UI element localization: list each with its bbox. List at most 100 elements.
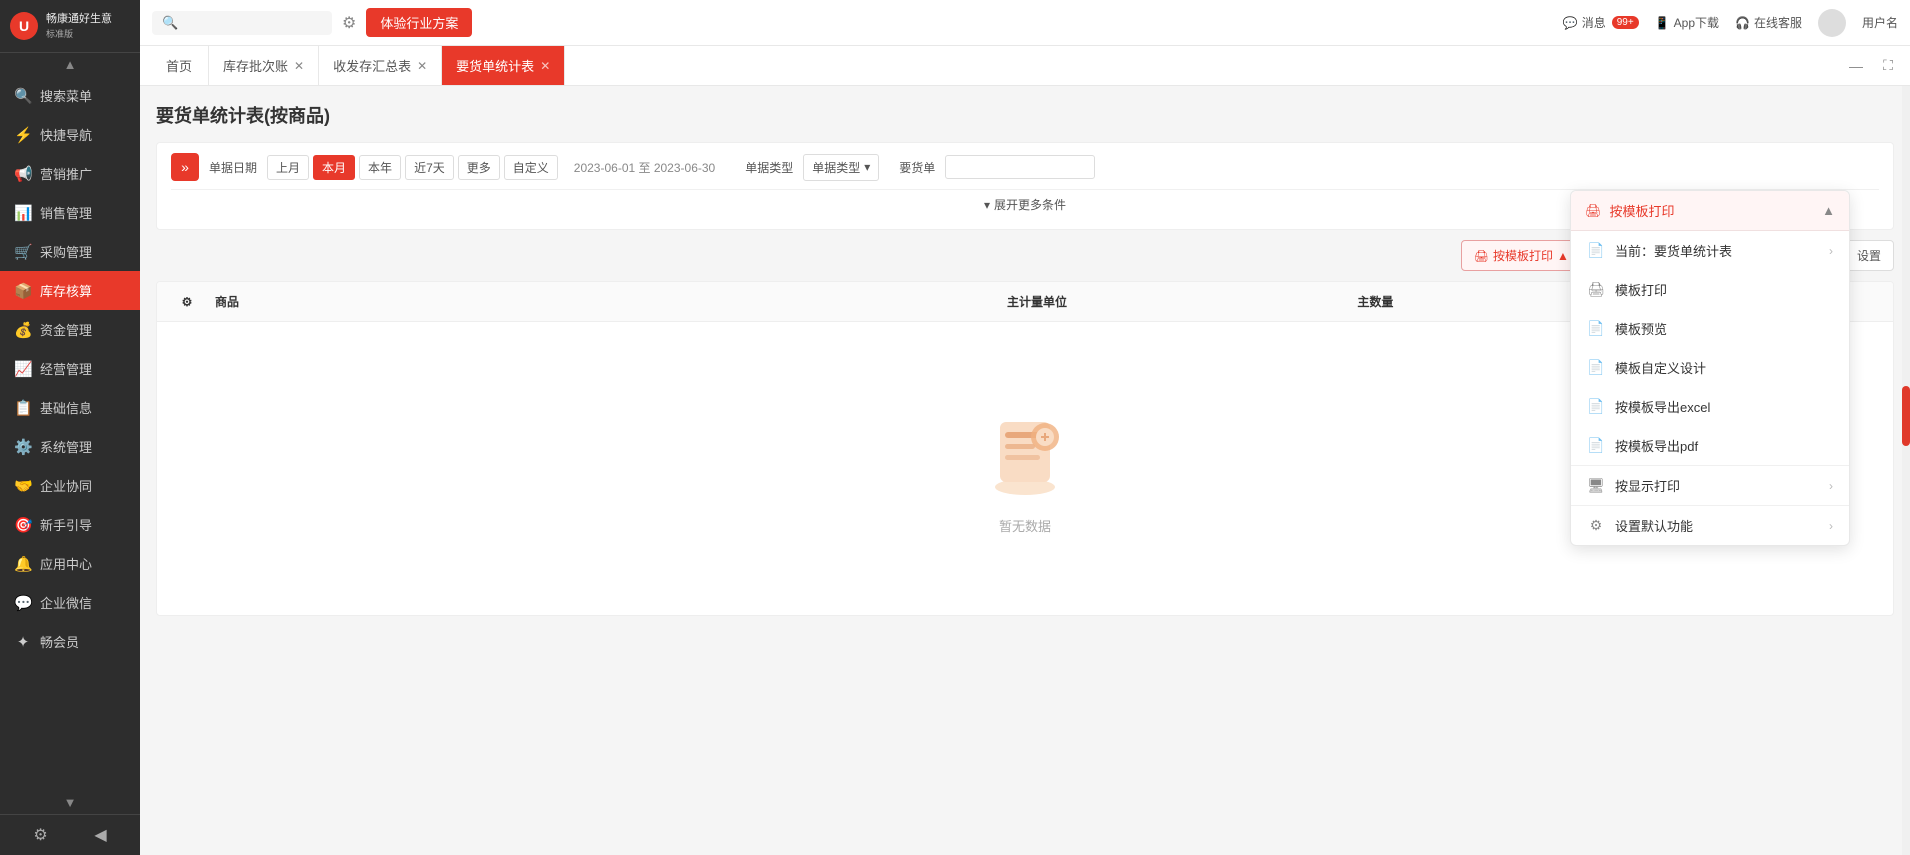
main: 🔍 ⚙ 体验行业方案 💬 消息 99+ 📱 App下载 🎧 在线客服 用户名 首… (140, 0, 1910, 855)
sidebar-item-guide[interactable]: 🎯 新手引导 (0, 505, 140, 544)
scrollbar-thumb[interactable] (1902, 386, 1910, 446)
collapse-icon[interactable]: ◀ (94, 825, 106, 845)
dropdown-title: 按模板打印 (1610, 201, 1675, 220)
message-label: 消息 (1582, 14, 1606, 31)
export-excel-icon: 📄 (1587, 398, 1605, 415)
dropdown-header-left: 🖨 按模板打印 (1585, 201, 1675, 220)
gear-icon[interactable]: ⚙ (342, 13, 356, 33)
date-btn-7days[interactable]: 近7天 (405, 155, 454, 180)
sidebar-item-member[interactable]: ✦ 畅会员 (0, 622, 140, 661)
col-settings[interactable]: ⚙ (167, 295, 207, 309)
print-button[interactable]: 🖨 按模板打印 ▲ (1461, 240, 1582, 271)
sidebar-item-system[interactable]: ⚙️ 系统管理 (0, 427, 140, 466)
sidebar-item-inventory[interactable]: 📦 库存核算 (0, 271, 140, 310)
sidebar-item-finance[interactable]: 💰 资金管理 (0, 310, 140, 349)
dropdown-section-label: 按显示打印 (1615, 476, 1680, 495)
sidebar-item-label: 营销推广 (40, 164, 92, 183)
sidebar-item-marketing[interactable]: 📢 营销推广 (0, 154, 140, 193)
tab-home[interactable]: 首页 (150, 46, 209, 85)
date-filter-label: 单据日期 (209, 159, 257, 176)
filter-expand-icon[interactable]: » (171, 153, 199, 181)
dropdown-export-excel[interactable]: 📄 按模板导出excel (1571, 387, 1849, 426)
sidebar-item-apps[interactable]: 🔔 应用中心 (0, 544, 140, 583)
sidebar-scroll-up[interactable]: ▲ (0, 53, 140, 76)
tab-close-icon[interactable]: ✕ (540, 59, 550, 73)
app-icon: 📱 (1655, 16, 1670, 30)
dropdown-template-preview[interactable]: 📄 模板预览 (1571, 309, 1849, 348)
search-input[interactable] (184, 16, 322, 30)
topbar: 🔍 ⚙ 体验行业方案 💬 消息 99+ 📱 App下载 🎧 在线客服 用户名 (140, 0, 1910, 46)
tab-receipt-summary[interactable]: 收发存汇总表 ✕ (319, 46, 442, 85)
sidebar-item-label: 销售管理 (40, 203, 92, 222)
type-select[interactable]: 单据类型 ▾ (803, 154, 879, 181)
goods-filter-input[interactable] (945, 155, 1095, 179)
sidebar-item-wechat[interactable]: 💬 企业微信 (0, 583, 140, 622)
settings-icon[interactable]: ⚙ (33, 825, 47, 845)
message-badge: 99+ (1612, 16, 1639, 29)
sidebar-item-cooperation[interactable]: 🤝 企业协同 (0, 466, 140, 505)
tab-expand-button[interactable]: ⛶ (1874, 52, 1902, 80)
sidebar-item-basics[interactable]: 📋 基础信息 (0, 388, 140, 427)
sidebar-item-quick-nav[interactable]: ⚡ 快捷导航 (0, 115, 140, 154)
sidebar-item-label: 畅会员 (40, 632, 79, 651)
col-product: 商品 (207, 293, 868, 310)
sidebar: U 畅康通好生意 标准版 ▲ 🔍 搜索菜单 ⚡ 快捷导航 📢 营销推广 📊 销售… (0, 0, 140, 855)
col-unit: 主计量单位 (868, 293, 1206, 310)
tab-inventory-batch[interactable]: 库存批次账 ✕ (209, 46, 319, 85)
sidebar-item-label: 企业微信 (40, 593, 92, 612)
dropdown-set-default[interactable]: ⚙ 设置默认功能 › (1571, 506, 1849, 545)
tab-close-icon[interactable]: ✕ (417, 59, 427, 73)
service-button[interactable]: 🎧 在线客服 (1735, 14, 1802, 31)
dropdown-display-print[interactable]: 🖥 按显示打印 › (1571, 466, 1849, 505)
sidebar-item-label: 采购管理 (40, 242, 92, 261)
tab-close-icon[interactable]: ✕ (294, 59, 304, 73)
page-title: 要货单统计表(按商品) (156, 102, 1894, 128)
logo-text-group: 畅康通好生意 标准版 (46, 12, 112, 39)
dropdown-section-display: 🖥 按显示打印 › (1571, 465, 1849, 505)
sidebar-item-sales[interactable]: 📊 销售管理 (0, 193, 140, 232)
dropdown-template-print[interactable]: 🖨 模板打印 (1571, 270, 1849, 309)
dropdown-current-label: 当前：要货单统计表 (1615, 241, 1732, 260)
username: 用户名 (1862, 14, 1898, 31)
search-icon: 🔍 (14, 87, 32, 105)
date-btn-prev-month[interactable]: 上月 (267, 155, 309, 180)
sidebar-item-label: 库存核算 (40, 281, 92, 300)
printer-icon: 🖨 (1585, 203, 1602, 219)
sidebar-logo: U 畅康通好生意 标准版 (0, 0, 140, 53)
topbar-search-box[interactable]: 🔍 (152, 11, 332, 35)
display-print-icon: 🖥 (1587, 477, 1605, 494)
dropdown-export-pdf[interactable]: 📄 按模板导出pdf (1571, 426, 1849, 465)
empty-svg (975, 402, 1075, 502)
service-icon: 🎧 (1735, 16, 1750, 30)
inventory-icon: 📦 (14, 282, 32, 300)
type-select-label: 单据类型 (812, 159, 860, 176)
date-btn-custom[interactable]: 自定义 (504, 155, 558, 180)
chevron-up-icon[interactable]: ▲ (1822, 203, 1835, 218)
dropdown-section-default: ⚙ 设置默认功能 › (1571, 505, 1849, 545)
logo-icon: U (10, 12, 38, 40)
dropdown-template-design[interactable]: 📄 模板自定义设计 (1571, 348, 1849, 387)
trial-button[interactable]: 体验行业方案 (366, 8, 472, 37)
member-icon: ✦ (14, 633, 32, 651)
sidebar-item-operations[interactable]: 📈 经营管理 (0, 349, 140, 388)
sidebar-item-purchase[interactable]: 🛒 采购管理 (0, 232, 140, 271)
filter-row: » 单据日期 上月 本月 本年 近7天 更多 自定义 2023-06-01 至 … (171, 153, 1879, 181)
settings-button[interactable]: 设置 (1844, 240, 1894, 271)
sidebar-item-search[interactable]: 🔍 搜索菜单 (0, 76, 140, 115)
message-button[interactable]: 💬 消息 99+ (1563, 14, 1639, 31)
sidebar-item-label: 系统管理 (40, 437, 92, 456)
sidebar-scroll-down[interactable]: ▼ (0, 791, 140, 814)
dropdown-current-item[interactable]: 📄 当前：要货单统计表 › (1571, 231, 1849, 270)
date-btn-current-year[interactable]: 本年 (359, 155, 401, 180)
date-btn-current-month[interactable]: 本月 (313, 155, 355, 180)
dropdown-item-label: 模板打印 (1615, 280, 1667, 299)
dropdown-item-label: 按模板导出pdf (1615, 436, 1698, 455)
apps-icon: 🔔 (14, 555, 32, 573)
app-download-button[interactable]: 📱 App下载 (1655, 14, 1719, 31)
scrollbar-track (1902, 86, 1910, 855)
col-qty: 主数量 (1206, 293, 1544, 310)
tab-order-stats[interactable]: 要货单统计表 ✕ (442, 46, 565, 85)
tab-minimize-button[interactable]: — (1842, 52, 1870, 80)
date-btn-more[interactable]: 更多 (458, 155, 500, 180)
avatar[interactable] (1818, 9, 1846, 37)
